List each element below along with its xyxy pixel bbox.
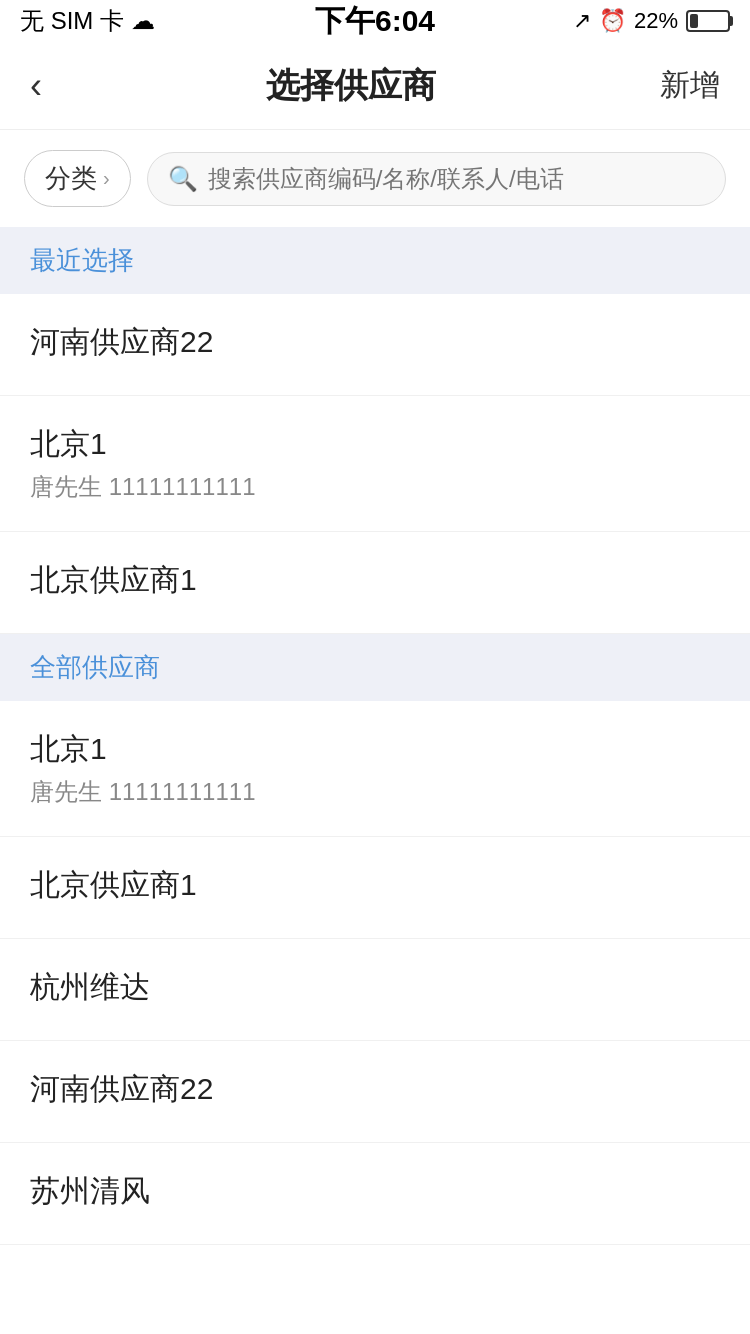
list-item[interactable]: 北京供应商1 [0,837,750,939]
sim-status: 无 SIM 卡 ☁ [20,5,155,37]
chevron-right-icon: › [103,167,110,190]
page-title: 选择供应商 [266,63,436,109]
item-name: 河南供应商22 [30,322,720,363]
list-item[interactable]: 河南供应商22 [0,1041,750,1143]
back-button[interactable]: ‹ [30,65,42,107]
list-item[interactable]: 北京供应商1 [0,532,750,634]
item-name: 河南供应商22 [30,1069,720,1110]
search-icon: 🔍 [168,165,198,193]
filter-row: 分类 › 🔍 [0,130,750,227]
add-button[interactable]: 新增 [660,65,720,106]
search-input[interactable] [208,165,705,193]
status-right: ↗ ⏰ 22% [573,8,730,34]
battery-icon [686,10,730,32]
list-item[interactable]: 北京1 唐先生 11111111111 [0,396,750,532]
item-name: 北京供应商1 [30,560,720,601]
item-name: 苏州清风 [30,1171,720,1212]
all-section-header: 全部供应商 [0,634,750,701]
search-box[interactable]: 🔍 [147,152,726,206]
category-button[interactable]: 分类 › [24,150,131,207]
status-bar: 无 SIM 卡 ☁ 下午6:04 ↗ ⏰ 22% [0,0,750,42]
list-item[interactable]: 杭州维达 [0,939,750,1041]
recent-section-label: 最近选择 [30,245,134,275]
item-sub: 唐先生 11111111111 [30,471,720,503]
location-icon: ↗ [573,8,591,34]
recent-items-list: 河南供应商22 北京1 唐先生 11111111111 北京供应商1 [0,294,750,634]
all-items-list: 北京1 唐先生 11111111111 北京供应商1 杭州维达河南供应商22 苏州清风 [0,701,750,1245]
item-name: 北京1 [30,424,720,465]
item-name: 北京1 [30,729,720,770]
item-name: 北京供应商1 [30,865,720,906]
status-left: 无 SIM 卡 ☁ [20,5,155,37]
list-item[interactable]: 苏州清风 [0,1143,750,1245]
alarm-icon: ⏰ [599,8,626,34]
item-name: 杭州维达 [30,967,720,1008]
recent-section-header: 最近选择 [0,227,750,294]
item-sub: 唐先生 11111111111 [30,776,720,808]
list-item[interactable]: 北京1 唐先生 11111111111 [0,701,750,837]
status-time: 下午6:04 [315,1,435,42]
nav-bar: ‹ 选择供应商 新增 [0,42,750,130]
list-item[interactable]: 河南供应商22 [0,294,750,396]
category-label: 分类 [45,161,97,196]
all-section-label: 全部供应商 [30,652,160,682]
battery-percent: 22% [634,8,678,34]
